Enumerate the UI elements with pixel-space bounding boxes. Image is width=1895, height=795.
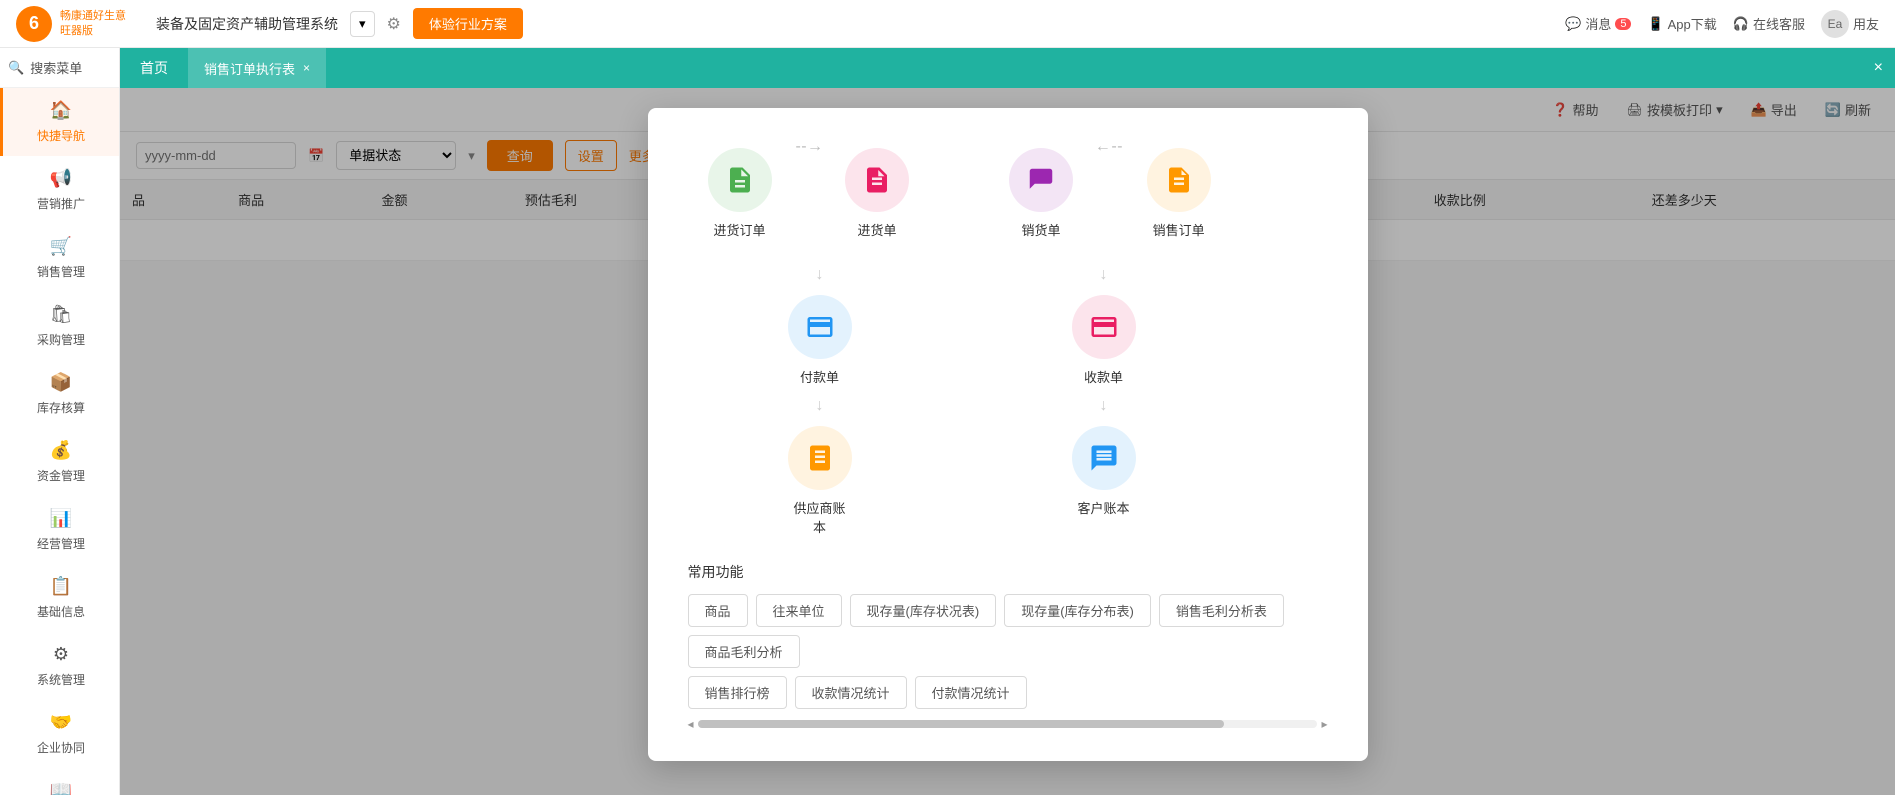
top-bar: 6 畅康通好生意 旺器版 装备及固定资产辅助管理系统 ▾ ⚙ 体验行业方案 💬 … bbox=[0, 0, 1895, 48]
top-bar-right: 💬 消息 5 📱 App下载 🎧 在线客服 Ea 用友 bbox=[1565, 10, 1879, 38]
supplier-ledger-circle bbox=[788, 426, 852, 490]
search-icon: 🔍 bbox=[8, 60, 24, 76]
sidebar: 🔍 搜索菜单 🏠 快捷导航 📢 营销推广 🛒 销售管理 🛍 采购管理 📦 bbox=[0, 48, 120, 795]
quick-nav-icon: 🏠 bbox=[50, 100, 72, 121]
purchase-icon: 🛍 bbox=[50, 304, 73, 325]
online-service-item[interactable]: 🎧 在线客服 bbox=[1733, 14, 1805, 33]
common-functions-title: 常用功能 bbox=[688, 562, 1328, 582]
sidebar-item-inventory[interactable]: 📦 库存核算 bbox=[0, 360, 119, 428]
arrow-receipt-to-customer: ↓ bbox=[1100, 398, 1108, 414]
flow-node-receipt: 收款单 bbox=[1052, 285, 1156, 396]
scroll-right-arrow[interactable]: ▸ bbox=[1321, 717, 1327, 731]
system-icon: ⚙ bbox=[53, 644, 69, 665]
download-icon: 📱 bbox=[1647, 16, 1663, 32]
sales-icon: 🛒 bbox=[50, 236, 72, 257]
sidebar-item-operations[interactable]: 📊 经营管理 bbox=[0, 496, 119, 564]
logo-icon: 6 bbox=[16, 6, 52, 42]
flow-node-sales-order: 销售订单 bbox=[1127, 138, 1231, 249]
tab-bar-close-btn[interactable]: × bbox=[1874, 59, 1883, 77]
experience-btn[interactable]: 体验行业方案 bbox=[413, 8, 523, 39]
message-icon: 💬 bbox=[1565, 16, 1581, 32]
func-btn-sales-analysis[interactable]: 销售毛利分析表 bbox=[1159, 594, 1284, 627]
scroll-left-arrow[interactable]: ◂ bbox=[688, 717, 694, 731]
func-btn-receipt-stats[interactable]: 收款情况统计 bbox=[795, 676, 907, 709]
tab-home[interactable]: 首页 bbox=[120, 48, 188, 88]
func-btn-payment-stats[interactable]: 付款情况统计 bbox=[915, 676, 1027, 709]
enterprise-icon: 🤝 bbox=[50, 712, 72, 733]
main-layout: 🔍 搜索菜单 🏠 快捷导航 📢 营销推广 🛒 销售管理 🛍 采购管理 📦 bbox=[0, 48, 1895, 795]
quick-nav-modal: 进货订单 - - → 进货单 bbox=[648, 108, 1368, 761]
func-btn-stock-status[interactable]: 现存量(库存状况表) bbox=[850, 594, 997, 627]
message-item[interactable]: 💬 消息 5 bbox=[1565, 14, 1631, 33]
func-btn-product-profit[interactable]: 商品毛利分析 bbox=[688, 635, 800, 668]
logo-text: 畅康通好生意 旺器版 bbox=[60, 9, 126, 38]
func-btn-partner[interactable]: 往来单位 bbox=[756, 594, 842, 627]
avatar: Ea bbox=[1821, 10, 1849, 38]
app-download-item[interactable]: 📱 App下载 bbox=[1647, 14, 1716, 33]
user-item[interactable]: Ea 用友 bbox=[1821, 10, 1879, 38]
flow-node-customer-ledger: 客户账本 bbox=[1052, 416, 1156, 527]
sales-order-circle bbox=[1147, 148, 1211, 212]
sidebar-item-sales[interactable]: 🛒 销售管理 bbox=[0, 224, 119, 292]
logo-area: 6 畅康通好生意 旺器版 bbox=[16, 6, 136, 42]
sidebar-item-marketing[interactable]: 📢 营销推广 bbox=[0, 156, 119, 224]
basic-icon: 📋 bbox=[50, 576, 72, 597]
arrow-bill-to-receipt: ↓ bbox=[1100, 267, 1108, 283]
tab-sales-order[interactable]: 销售订单执行表 × bbox=[188, 48, 326, 88]
flow-node-payment: 付款单 bbox=[768, 285, 872, 396]
arrow-sales-order-to-bill: - - → bbox=[1097, 138, 1123, 186]
page-content: ❓ 帮助 🖨 按模板打印 ▾ 📤 导出 🔄 刷新 bbox=[120, 88, 1895, 795]
arrow-purchase-order-to-bill: - - → bbox=[796, 138, 822, 186]
flow-node-supplier-ledger: 供应商账本 bbox=[768, 416, 872, 546]
sidebar-item-finance[interactable]: 💰 资金管理 bbox=[0, 428, 119, 496]
content-area: 首页 销售订单执行表 × × ❓ 帮助 🖨 bbox=[120, 48, 1895, 795]
func-btn-product[interactable]: 商品 bbox=[688, 594, 748, 627]
message-badge: 5 bbox=[1615, 18, 1631, 30]
common-functions: 常用功能 商品 往来单位 现存量(库存状况表) 现存量(库存分布表) 销售毛利分… bbox=[688, 562, 1328, 709]
modal-scroll-bar: ◂ ▸ bbox=[688, 717, 1328, 731]
function-btns-row2: 销售排行榜 收款情况统计 付款情况统计 bbox=[688, 676, 1328, 709]
top-bar-left: 6 畅康通好生意 旺器版 装备及固定资产辅助管理系统 ▾ ⚙ 体验行业方案 bbox=[16, 6, 523, 42]
flow-node-sales-bill: 销货单 bbox=[989, 138, 1093, 249]
customer-ledger-circle bbox=[1072, 426, 1136, 490]
sidebar-item-purchase[interactable]: 🛍 采购管理 bbox=[0, 292, 119, 360]
sidebar-item-quick-nav[interactable]: 🏠 快捷导航 bbox=[0, 88, 119, 156]
flow-node-purchase-order: 进货订单 bbox=[688, 138, 792, 249]
arrow-payment-to-supplier: ↓ bbox=[816, 398, 824, 414]
func-btn-stock-dist[interactable]: 现存量(库存分布表) bbox=[1004, 594, 1151, 627]
sidebar-item-basic[interactable]: 📋 基础信息 bbox=[0, 564, 119, 632]
marketing-icon: 📢 bbox=[50, 168, 72, 189]
scroll-thumb bbox=[698, 720, 1225, 728]
service-icon: 🎧 bbox=[1733, 16, 1749, 32]
settings-icon[interactable]: ⚙ bbox=[387, 14, 401, 34]
arrow-bill-to-payment: ↓ bbox=[816, 267, 824, 283]
func-btn-sales-rank[interactable]: 销售排行榜 bbox=[688, 676, 787, 709]
sidebar-item-system[interactable]: ⚙ 系统管理 bbox=[0, 632, 119, 700]
receipt-circle bbox=[1072, 295, 1136, 359]
scroll-track[interactable] bbox=[698, 720, 1318, 728]
finance-icon: 💰 bbox=[50, 440, 72, 461]
system-title: 装备及固定资产辅助管理系统 bbox=[156, 14, 338, 34]
sales-bill-circle bbox=[1009, 148, 1073, 212]
sidebar-search[interactable]: 🔍 搜索菜单 bbox=[0, 48, 119, 88]
payment-circle bbox=[788, 295, 852, 359]
sidebar-item-enterprise[interactable]: 🤝 企业协同 bbox=[0, 700, 119, 768]
flow-node-purchase-bill: 进货单 bbox=[825, 138, 929, 249]
tab-bar: 首页 销售订单执行表 × × bbox=[120, 48, 1895, 88]
sidebar-item-newbie[interactable]: 📖 新手引导 bbox=[0, 768, 119, 795]
inventory-icon: 📦 bbox=[50, 372, 72, 393]
newbie-icon: 📖 bbox=[50, 780, 72, 795]
purchase-order-circle bbox=[708, 148, 772, 212]
system-dropdown[interactable]: ▾ bbox=[350, 11, 375, 37]
tab-close-btn[interactable]: × bbox=[303, 61, 310, 75]
purchase-bill-circle bbox=[845, 148, 909, 212]
operations-icon: 📊 bbox=[50, 508, 72, 529]
function-btns-row1: 商品 往来单位 现存量(库存状况表) 现存量(库存分布表) 销售毛利分析表 商品… bbox=[688, 594, 1328, 668]
modal-overlay: 进货订单 - - → 进货单 bbox=[120, 88, 1895, 795]
